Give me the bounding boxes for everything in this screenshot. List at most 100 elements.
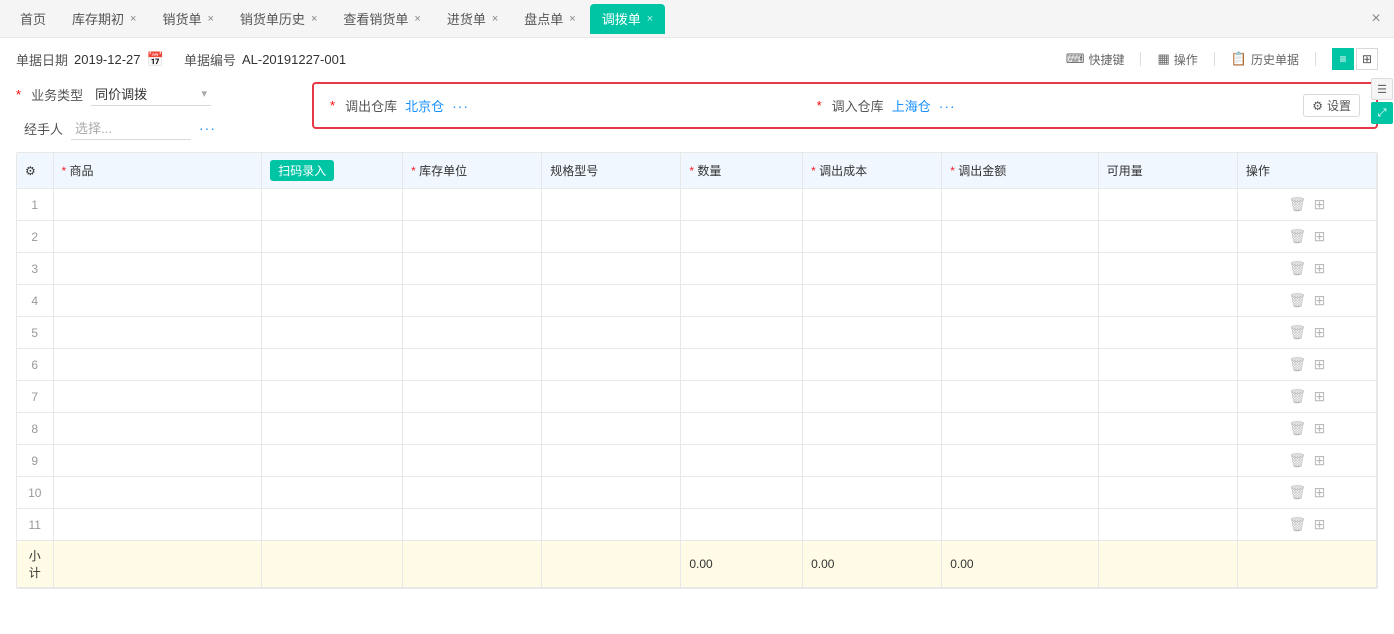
row-spec-9 bbox=[542, 445, 681, 477]
doc-date-group: 单据日期 2019-12-27 📅 bbox=[16, 50, 164, 69]
operate-action[interactable]: ▦ 操作 bbox=[1157, 51, 1197, 68]
divider-3 bbox=[1315, 52, 1316, 66]
table-header-row: ⚙ * 商品 扫码录入 * 库存单位 规格型号 * bbox=[17, 153, 1377, 189]
row-copy-icon-10[interactable]: ⊞ bbox=[1314, 484, 1326, 500]
row-qty-10 bbox=[681, 477, 803, 509]
row-delete-icon-9[interactable]: 🗑 bbox=[1288, 452, 1306, 468]
row-delete-icon-8[interactable]: 🗑 bbox=[1288, 420, 1306, 436]
tab-home[interactable]: 首页 bbox=[8, 4, 58, 34]
row-ops-6: 🗑 ⊞ bbox=[1237, 349, 1376, 381]
row-product-2[interactable] bbox=[53, 221, 262, 253]
row-copy-icon-4[interactable]: ⊞ bbox=[1314, 292, 1326, 308]
history-action[interactable]: 📋 历史单据 bbox=[1231, 51, 1299, 68]
row-amount-10 bbox=[942, 477, 1099, 509]
row-ops-2: 🗑 ⊞ bbox=[1237, 221, 1376, 253]
target-warehouse-more-btn[interactable]: ··· bbox=[939, 98, 956, 114]
row-copy-icon-7[interactable]: ⊞ bbox=[1314, 388, 1326, 404]
row-scan-2 bbox=[262, 221, 403, 253]
history-label: 历史单据 bbox=[1251, 51, 1299, 68]
row-num-8: 8 bbox=[17, 413, 53, 445]
source-warehouse-value[interactable]: 北京仓 bbox=[405, 96, 444, 115]
row-product-10[interactable] bbox=[53, 477, 262, 509]
close-window-button[interactable]: × bbox=[1366, 9, 1386, 29]
doc-date-value[interactable]: 2019-12-27 bbox=[74, 52, 141, 67]
row-product-11[interactable] bbox=[53, 509, 262, 541]
tab-purchase-order-close[interactable]: × bbox=[492, 13, 498, 25]
tab-inventory-check[interactable]: 盘点单 × bbox=[512, 4, 587, 34]
tab-sales-history[interactable]: 销货单历史 × bbox=[228, 4, 329, 34]
row-copy-icon-6[interactable]: ⊞ bbox=[1314, 356, 1326, 372]
row-delete-icon-10[interactable]: 🗑 bbox=[1288, 484, 1306, 500]
row-product-5[interactable] bbox=[53, 317, 262, 349]
row-product-6[interactable] bbox=[53, 349, 262, 381]
settings-button[interactable]: ⚙ 设置 bbox=[1303, 94, 1360, 117]
row-copy-icon-3[interactable]: ⊞ bbox=[1314, 260, 1326, 276]
tab-transfer-order-close[interactable]: × bbox=[647, 13, 653, 25]
row-product-8[interactable] bbox=[53, 413, 262, 445]
tab-sales-order[interactable]: 销货单 × bbox=[150, 4, 225, 34]
row-product-3[interactable] bbox=[53, 253, 262, 285]
main-content: 单据日期 2019-12-27 📅 单据编号 AL-20191227-001 ⌨… bbox=[0, 38, 1394, 599]
handler-select[interactable]: 选择... bbox=[71, 116, 191, 140]
tab-inventory-check-close[interactable]: × bbox=[569, 13, 575, 25]
row-delete-icon-4[interactable]: 🗑 bbox=[1288, 292, 1306, 308]
row-copy-icon-2[interactable]: ⊞ bbox=[1314, 228, 1326, 244]
row-product-9[interactable] bbox=[53, 445, 262, 477]
cost-required-star: * bbox=[811, 164, 816, 178]
tab-view-sales[interactable]: 查看销货单 × bbox=[331, 4, 432, 34]
row-spec-8 bbox=[542, 413, 681, 445]
row-cost-8 bbox=[803, 413, 942, 445]
row-amount-7 bbox=[942, 381, 1099, 413]
row-spec-5 bbox=[542, 317, 681, 349]
row-avail-3 bbox=[1098, 253, 1237, 285]
tab-transfer-order[interactable]: 调拨单 × bbox=[590, 4, 665, 34]
row-delete-icon-11[interactable]: 🗑 bbox=[1288, 516, 1306, 532]
calendar-icon[interactable]: 📅 bbox=[147, 51, 164, 68]
source-warehouse-more-btn[interactable]: ··· bbox=[452, 98, 469, 114]
scan-input-btn[interactable]: 扫码录入 bbox=[270, 160, 334, 181]
col-header-settings[interactable]: ⚙ bbox=[17, 153, 53, 189]
row-ops-10: 🗑 ⊞ bbox=[1237, 477, 1376, 509]
business-type-value: 同价调拨 bbox=[95, 84, 147, 103]
row-copy-icon-9[interactable]: ⊞ bbox=[1314, 452, 1326, 468]
row-amount-9 bbox=[942, 445, 1099, 477]
row-ops-9: 🗑 ⊞ bbox=[1237, 445, 1376, 477]
row-delete-icon-6[interactable]: 🗑 bbox=[1288, 356, 1306, 372]
tab-sales-history-close[interactable]: × bbox=[311, 13, 317, 25]
row-delete-icon-2[interactable]: 🗑 bbox=[1288, 228, 1306, 244]
list-view-btn[interactable]: ≡ bbox=[1332, 48, 1354, 70]
tab-sales-order-close[interactable]: × bbox=[207, 13, 213, 25]
col-header-unit: * 库存单位 bbox=[403, 153, 542, 189]
row-delete-icon-5[interactable]: 🗑 bbox=[1288, 324, 1306, 340]
row-delete-icon-1[interactable]: 🗑 bbox=[1288, 196, 1306, 212]
row-avail-6 bbox=[1098, 349, 1237, 381]
tab-inventory-init-close[interactable]: × bbox=[130, 13, 136, 25]
business-type-select[interactable]: 同价调拨 ▾ bbox=[91, 82, 211, 106]
row-delete-icon-7[interactable]: 🗑 bbox=[1288, 388, 1306, 404]
product-required-star: * bbox=[62, 164, 67, 178]
row-product-7[interactable] bbox=[53, 381, 262, 413]
row-copy-icon-8[interactable]: ⊞ bbox=[1314, 420, 1326, 436]
sidebar-list-btn[interactable]: ☰ bbox=[1371, 78, 1393, 100]
row-product-1[interactable] bbox=[53, 189, 262, 221]
tab-purchase-order[interactable]: 进货单 × bbox=[435, 4, 510, 34]
tab-inventory-init[interactable]: 库存期初 × bbox=[60, 4, 148, 34]
row-avail-10 bbox=[1098, 477, 1237, 509]
table-row: 6 🗑 ⊞ bbox=[17, 349, 1377, 381]
row-copy-icon-11[interactable]: ⊞ bbox=[1314, 516, 1326, 532]
row-cost-2 bbox=[803, 221, 942, 253]
target-warehouse-value[interactable]: 上海仓 bbox=[892, 96, 931, 115]
tab-view-sales-close[interactable]: × bbox=[414, 13, 420, 25]
row-product-4[interactable] bbox=[53, 285, 262, 317]
sidebar-expand-btn[interactable]: ⤢ bbox=[1371, 102, 1393, 124]
row-unit-1 bbox=[403, 189, 542, 221]
operate-label: 操作 bbox=[1174, 51, 1198, 68]
row-copy-icon-1[interactable]: ⊞ bbox=[1314, 196, 1326, 212]
row-num-10: 10 bbox=[17, 477, 53, 509]
col-header-spec: 规格型号 bbox=[542, 153, 681, 189]
handler-more-btn[interactable]: ··· bbox=[199, 120, 216, 136]
row-copy-icon-5[interactable]: ⊞ bbox=[1314, 324, 1326, 340]
row-ops-3: 🗑 ⊞ bbox=[1237, 253, 1376, 285]
row-delete-icon-3[interactable]: 🗑 bbox=[1288, 260, 1306, 276]
shortcut-action[interactable]: ⌨ 快捷键 bbox=[1066, 51, 1125, 68]
